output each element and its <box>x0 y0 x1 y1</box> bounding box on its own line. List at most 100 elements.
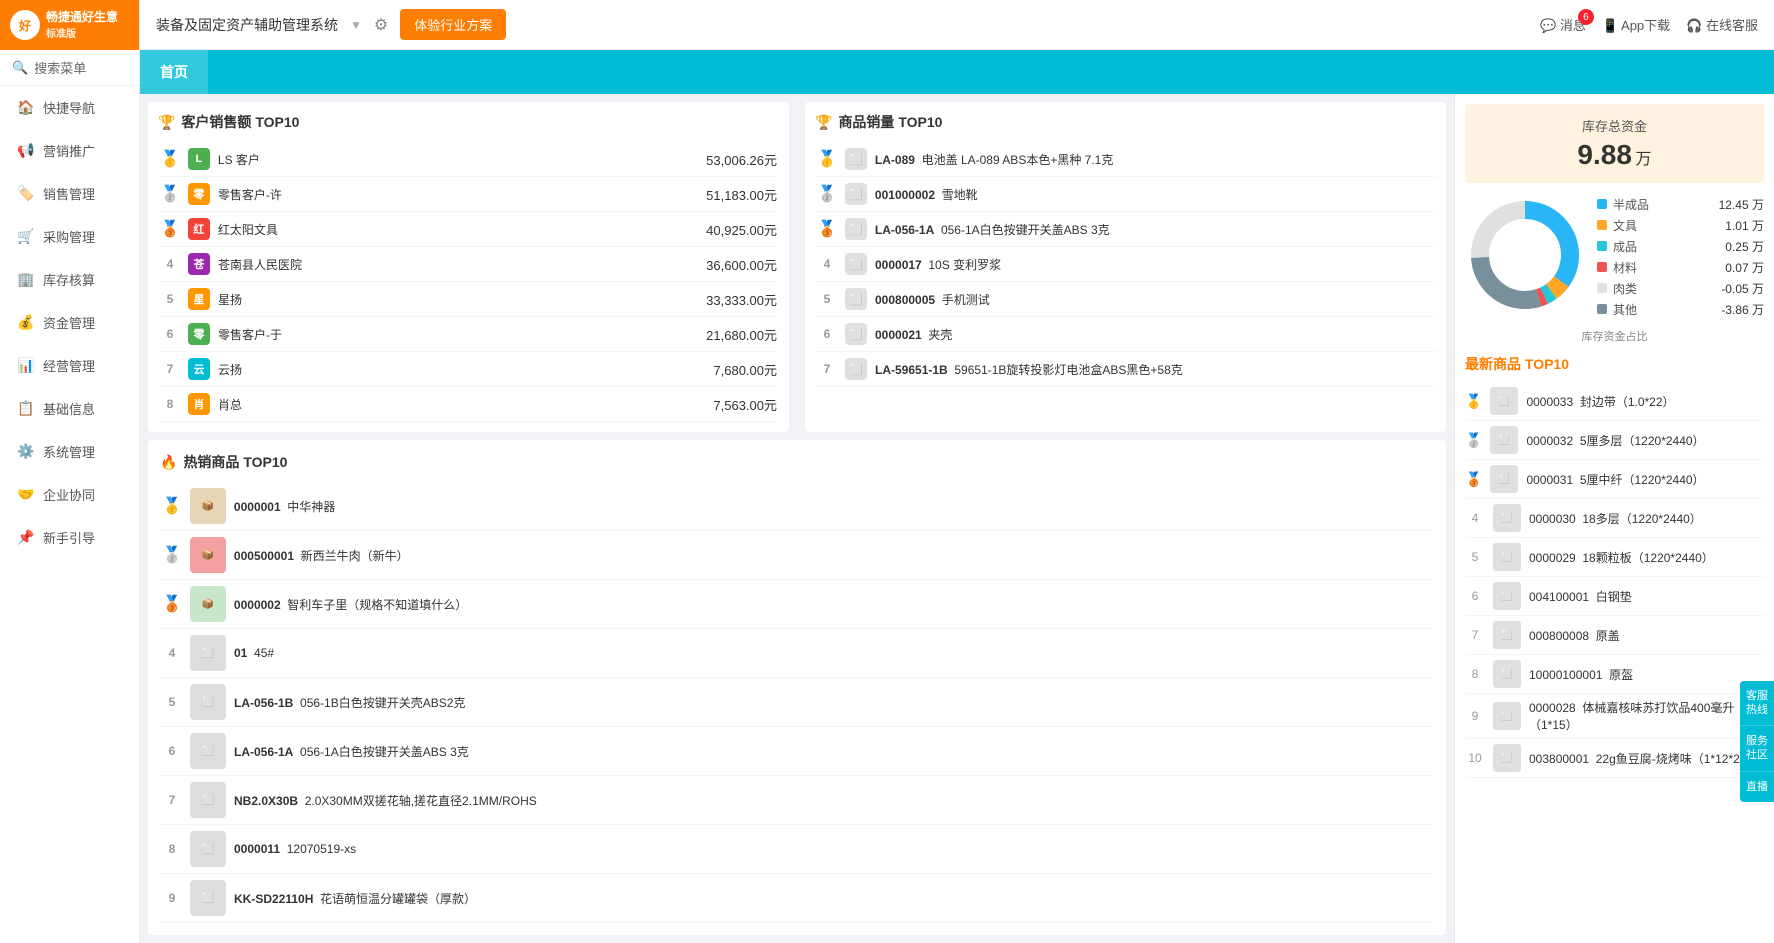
legend-value: -3.86 万 <box>1721 301 1764 318</box>
logo-text: 畅捷通好生意 <box>46 10 118 26</box>
medal-icon: 🥈 <box>160 184 180 204</box>
app-download-btn[interactable]: 📱 App下载 <box>1602 15 1670 34</box>
float-service: 客服热线 服务社区 直播 <box>1740 681 1774 802</box>
product-badge: ⬜ <box>845 323 867 345</box>
service-community-btn[interactable]: 服务社区 <box>1740 726 1774 772</box>
customer-rank-item: 4 苍 苍南县人民医院 36,600.00元 <box>158 247 779 282</box>
rank-number: 10 <box>1465 751 1485 765</box>
legend-value: 0.07 万 <box>1725 259 1764 276</box>
topbar: 装备及固定资产辅助管理系统 ▼ ⚙ 体验行业方案 💬 6 消息 📱 App下载 … <box>140 0 1774 50</box>
new-product-item: 8 ⬜ 10000100001 原盔 <box>1465 655 1764 694</box>
logo-sub: 标准版 <box>46 25 118 40</box>
sidebar-item-purchase[interactable]: 🛒 采购管理 <box>0 215 139 258</box>
medal-icon: 🥇 <box>1465 393 1482 410</box>
medal-icon: 🥈 <box>162 545 182 565</box>
sidebar-item-guide[interactable]: 📌 新手引导 <box>0 516 139 559</box>
new-product-thumbnail: ⬜ <box>1493 660 1521 688</box>
product-code-name: 000800005 手机测试 <box>875 291 1434 308</box>
medal-icon: 🥈 <box>1465 432 1482 449</box>
customer-rank-item: 🥉 红 红太阳文具 40,925.00元 <box>158 212 779 247</box>
online-service-btn[interactable]: 🎧 在线客服 <box>1686 15 1758 34</box>
product-badge: ⬜ <box>845 358 867 380</box>
top-sections: 🏆 客户销售额 TOP10 🥇 L LS 客户 53,006.26元 🥈 零 零… <box>140 94 1454 440</box>
customer-badge: 星 <box>188 288 210 310</box>
system-title: 装备及固定资产辅助管理系统 <box>156 15 338 35</box>
sidebar-item-system[interactable]: ⚙️ 系统管理 <box>0 430 139 473</box>
customer-badge: 苍 <box>188 253 210 275</box>
new-product-name: 0000028 体械嘉核味苏打饮品400毫升（1*15） <box>1529 699 1764 733</box>
legend-color <box>1597 220 1607 230</box>
rank-number: 9 <box>162 891 182 905</box>
cs-hotline-btn[interactable]: 客服热线 <box>1740 681 1774 727</box>
product-thumbnail: ⬜ <box>190 684 226 720</box>
customer-badge: L <box>188 148 210 170</box>
sidebar-item-label: 企业协同 <box>43 485 95 504</box>
sidebar-item-marketing[interactable]: 📢 营销推广 <box>0 129 139 172</box>
sidebar-item-inventory[interactable]: 🏢 库存核算 <box>0 258 139 301</box>
customer-value: 7,563.00元 <box>713 395 777 414</box>
hot-product-item: 6 ⬜ LA-056-1A 056-1A白色按键开关盖ABS 3克 <box>160 727 1434 776</box>
medal-icon: 🥈 <box>817 184 837 204</box>
hot-product-item: 8 ⬜ 0000011 12070519-xs <box>160 825 1434 874</box>
sidebar: 好 畅捷通好生意 标准版 🔍 搜索菜单 🏠 快捷导航 📢 营销推广 🏷️ 销售管… <box>0 0 140 943</box>
new-product-thumbnail: ⬜ <box>1493 621 1521 649</box>
customer-value: 36,600.00元 <box>706 255 777 274</box>
customer-value: 7,680.00元 <box>713 360 777 379</box>
sidebar-item-basic[interactable]: 📋 基础信息 <box>0 387 139 430</box>
hot-product-code-name: 0000011 12070519-xs <box>234 842 1432 856</box>
sidebar-item-enterprise[interactable]: 🤝 企业协同 <box>0 473 139 516</box>
customer-rank-item: 🥈 零 零售客户-许 51,183.00元 <box>158 177 779 212</box>
sidebar-item-quick-nav[interactable]: 🏠 快捷导航 <box>0 86 139 129</box>
tab-home[interactable]: 首页 <box>140 50 208 94</box>
direct-btn[interactable]: 直播 <box>1740 772 1774 802</box>
try-btn[interactable]: 体验行业方案 <box>400 9 506 40</box>
new-product-name: 0000030 18多层（1220*2440） <box>1529 510 1764 527</box>
messages-btn[interactable]: 💬 6 消息 <box>1540 15 1586 34</box>
medal-icon: 🥉 <box>162 594 182 614</box>
customer-top10-title: 🏆 客户销售额 TOP10 <box>158 112 779 132</box>
medal-icon: 🥉 <box>1465 471 1482 488</box>
sidebar-item-label: 系统管理 <box>43 442 95 461</box>
legend-color <box>1597 304 1607 314</box>
product-rank-item: 7 ⬜ LA-59651-1B 59651-1B旋转投影灯电池盒ABS黑色+58… <box>815 352 1436 387</box>
new-product-thumbnail: ⬜ <box>1493 744 1521 772</box>
new-product-item: 7 ⬜ 000800008 原盖 <box>1465 616 1764 655</box>
search-icon: 🔍 <box>12 60 28 76</box>
customer-rank-item: 7 云 云扬 7,680.00元 <box>158 352 779 387</box>
rank-number: 9 <box>1465 709 1485 723</box>
headset-icon: 🎧 <box>1686 18 1702 33</box>
customer-name: 红太阳文具 <box>218 221 698 238</box>
new-product-item: 🥈 ⬜ 0000032 5厘多层（1220*2440） <box>1465 421 1764 460</box>
product-rank-list: 🥇 ⬜ LA-089 电池盖 LA-089 ABS本色+黑种 7.1克 🥈 ⬜ … <box>815 142 1436 387</box>
sidebar-item-label: 营销推广 <box>43 141 95 160</box>
hot-product-item: 🥇 📦 0000001 中华神器 <box>160 482 1434 531</box>
operation-icon: 📊 <box>17 357 35 374</box>
rank-number: 6 <box>162 744 182 758</box>
inventory-icon: 🏢 <box>17 271 35 288</box>
logo-icon: 好 <box>10 10 40 40</box>
settings-icon[interactable]: ⚙ <box>374 15 388 35</box>
sidebar-logo: 好 畅捷通好生意 标准版 <box>0 0 139 50</box>
product-rank-item: 🥉 ⬜ LA-056-1A 056-1A白色按键开关盖ABS 3克 <box>815 212 1436 247</box>
new-product-item: 6 ⬜ 004100001 白钢垫 <box>1465 577 1764 616</box>
dropdown-arrow-icon[interactable]: ▼ <box>350 18 362 32</box>
new-product-name: 003800001 22g鱼豆腐-烧烤味（1*12*20） <box>1529 750 1764 767</box>
product-code-name: 0000017 10S 变利罗浆 <box>875 256 1434 273</box>
legend-value: -0.05 万 <box>1721 280 1764 297</box>
sidebar-item-label: 库存核算 <box>43 270 95 289</box>
legend-item: 材料 0.07 万 <box>1597 259 1764 276</box>
customer-value: 33,333.00元 <box>706 290 777 309</box>
product-top10-title: 🏆 商品销量 TOP10 <box>815 112 1436 132</box>
hot-products-section: 🔥 热销商品 TOP10 🥇 📦 0000001 中华神器 🥈 📦 000500… <box>148 440 1446 935</box>
sales-icon: 🏷️ <box>17 185 35 202</box>
sidebar-item-finance[interactable]: 💰 资金管理 <box>0 301 139 344</box>
medal-icon: 🥉 <box>817 219 837 239</box>
hot-product-item: 🥉 📦 0000002 智利车子里（规格不知道填什么） <box>160 580 1434 629</box>
customer-badge: 红 <box>188 218 210 240</box>
product-code-name: LA-089 电池盖 LA-089 ABS本色+黑种 7.1克 <box>875 151 1434 168</box>
search-menu[interactable]: 🔍 搜索菜单 <box>0 50 139 86</box>
sidebar-item-sales[interactable]: 🏷️ 销售管理 <box>0 172 139 215</box>
sidebar-item-operation[interactable]: 📊 经营管理 <box>0 344 139 387</box>
product-thumbnail: ⬜ <box>190 733 226 769</box>
content-right: 库存总资金 9.88 万 <box>1454 94 1774 943</box>
